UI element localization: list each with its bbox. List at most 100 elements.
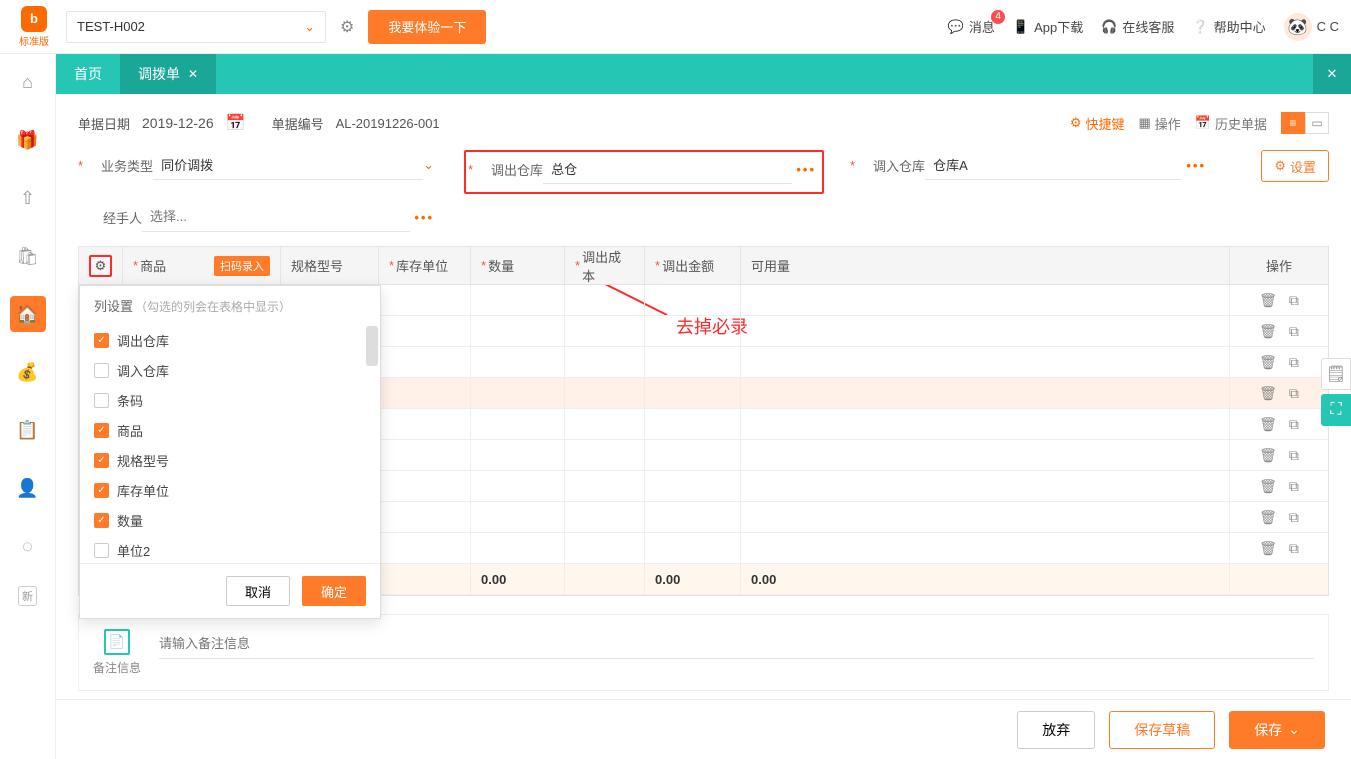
view-toggle: ≡ ▭ [1281,112,1329,134]
nav-loading-icon[interactable]: ◌ [10,528,46,564]
delete-icon[interactable]: 🗑 [1259,354,1277,371]
col-qty: *数量 [471,247,565,284]
gear-icon[interactable]: ⚙ [340,17,354,37]
calendar-icon[interactable]: 📅 [226,113,246,133]
date-value[interactable]: 2019-12-26 [142,115,214,131]
out-warehouse-input[interactable] [543,154,792,184]
checkbox-icon: ✓ [94,333,109,348]
delete-icon[interactable]: 🗑 [1259,509,1277,526]
scrollbar-thumb[interactable] [366,326,378,366]
history-link[interactable]: 📅历史单据 [1195,114,1267,133]
copy-icon[interactable]: ⧉ [1289,385,1299,402]
col-unit: *库存单位 [379,247,471,284]
column-option[interactable]: ✓数量 [94,505,366,535]
delete-icon[interactable]: 🗑 [1259,540,1277,557]
user-menu[interactable]: 🐼 C C [1284,13,1339,41]
delete-icon[interactable]: 🗑 [1259,447,1277,464]
nav-clipboard-icon[interactable]: 📋 [10,412,46,448]
sidebar: ⌂ 🎁 ⇧ 🛍 🏠 💰 📋 👤 ◌ 新 [0,54,56,759]
chevron-down-icon[interactable]: ⌄ [423,157,438,173]
delete-icon[interactable]: 🗑 [1259,385,1277,402]
settings-button[interactable]: ⚙设置 [1261,150,1329,182]
discard-button[interactable]: 放弃 [1017,711,1095,749]
checkbox-icon: ✓ [94,453,109,468]
tabs-close-all[interactable]: ✕ [1313,54,1351,94]
note-icon: 📄 [104,629,130,655]
remarks-input[interactable] [159,629,1314,659]
copy-icon[interactable]: ⧉ [1289,447,1299,464]
more-icon[interactable]: ••• [792,162,820,177]
biztype-field: * 业务类型 ⌄ [78,150,438,180]
more-icon[interactable]: ••• [1182,158,1210,173]
gear-icon: ⚙ [1274,158,1286,174]
cancel-button[interactable]: 取消 [226,576,290,606]
copy-icon[interactable]: ⧉ [1289,509,1299,526]
nav-contact-icon[interactable]: 👤 [10,470,46,506]
tab-home[interactable]: 首页 [56,54,120,94]
view-card-button[interactable]: ▭ [1305,112,1329,134]
help-icon: ❔ [1192,19,1208,35]
nav-money-icon[interactable]: 💰 [10,354,46,390]
header-right: 💬 消息 4 📱 App下载 🎧 在线客服 ❔ 帮助中心 🐼 C C [948,13,1339,41]
col-op: 操作 [1230,247,1328,284]
copy-icon[interactable]: ⧉ [1289,292,1299,309]
shortcut-link[interactable]: ⚙快捷键 [1070,114,1125,133]
nav-home-icon[interactable]: ⌂ [10,64,46,100]
scan-button[interactable]: 扫码录入 [214,256,270,276]
copy-icon[interactable]: ⧉ [1289,354,1299,371]
float-note-button[interactable]: 🗒 [1321,358,1351,390]
copy-icon[interactable]: ⧉ [1289,416,1299,433]
checkbox-icon: ✓ [94,483,109,498]
column-option[interactable]: ✓调出仓库 [94,325,366,355]
chevron-down-icon: ⌄ [304,19,315,35]
form-row-2: 经手人 ••• [78,202,1329,232]
help-center-link[interactable]: ❔ 帮助中心 [1192,17,1265,36]
delete-icon[interactable]: 🗑 [1259,323,1277,340]
delete-icon[interactable]: 🗑 [1259,416,1277,433]
grid-icon: ▦ [1138,115,1150,131]
customer-service-link[interactable]: 🎧 在线客服 [1101,17,1174,36]
save-draft-button[interactable]: 保存草稿 [1109,711,1215,749]
copy-icon[interactable]: ⧉ [1289,540,1299,557]
messages-link[interactable]: 💬 消息 4 [948,17,995,36]
handler-input[interactable] [142,202,410,232]
operations-link[interactable]: ▦操作 [1138,114,1180,133]
column-option[interactable]: 调入仓库 [94,355,366,385]
logo-edition: 标准版 [19,33,49,48]
delete-icon[interactable]: 🗑 [1259,478,1277,495]
form-row-1: * 业务类型 ⌄ * 调出仓库 ••• * 调入仓库 ••• ⚙设置 [78,150,1329,194]
nav-bag-icon[interactable]: 🛍 [10,238,46,274]
save-button[interactable]: 保存⌄ [1229,711,1325,749]
column-option[interactable]: 单位2 [94,535,366,563]
col-settings-button[interactable]: ⚙ [79,247,123,284]
total-cost: 0.00 [645,564,741,594]
view-list-button[interactable]: ≡ [1281,112,1305,134]
column-option[interactable]: ✓库存单位 [94,475,366,505]
nav-warehouse-icon[interactable]: 🏠 [10,296,46,332]
more-icon[interactable]: ••• [410,210,438,225]
copy-icon[interactable]: ⧉ [1289,323,1299,340]
column-list: ✓调出仓库调入仓库条码✓商品✓规格型号✓库存单位✓数量单位2 [80,325,380,563]
total-qty: 0.00 [471,564,565,594]
remarks-section: 📄 备注信息 [78,614,1329,691]
in-warehouse-input[interactable] [925,150,1182,180]
ok-button[interactable]: 确定 [302,576,366,606]
close-icon[interactable]: ✕ [188,67,198,81]
column-option[interactable]: ✓商品 [94,415,366,445]
popup-footer: 取消 确定 [80,563,380,618]
column-option[interactable]: 条码 [94,385,366,415]
float-expand-button[interactable]: ⛶ [1321,394,1351,426]
delete-icon[interactable]: 🗑 [1259,292,1277,309]
nav-output-icon[interactable]: ⇧ [10,180,46,216]
nav-gift-icon[interactable]: 🎁 [10,122,46,158]
nav-new-icon[interactable]: 新 [18,586,37,606]
docno-value: AL-20191226-001 [336,116,440,131]
column-option[interactable]: ✓规格型号 [94,445,366,475]
copy-icon[interactable]: ⧉ [1289,478,1299,495]
biztype-input[interactable] [153,150,423,180]
trial-button[interactable]: 我要体验一下 [368,10,486,44]
app-download-link[interactable]: 📱 App下载 [1013,17,1083,36]
org-select[interactable]: TEST-H002 ⌄ [66,11,326,43]
col-amt: *调出金额 [645,247,741,284]
tab-transfer-order[interactable]: 调拨单 ✕ [120,54,216,94]
